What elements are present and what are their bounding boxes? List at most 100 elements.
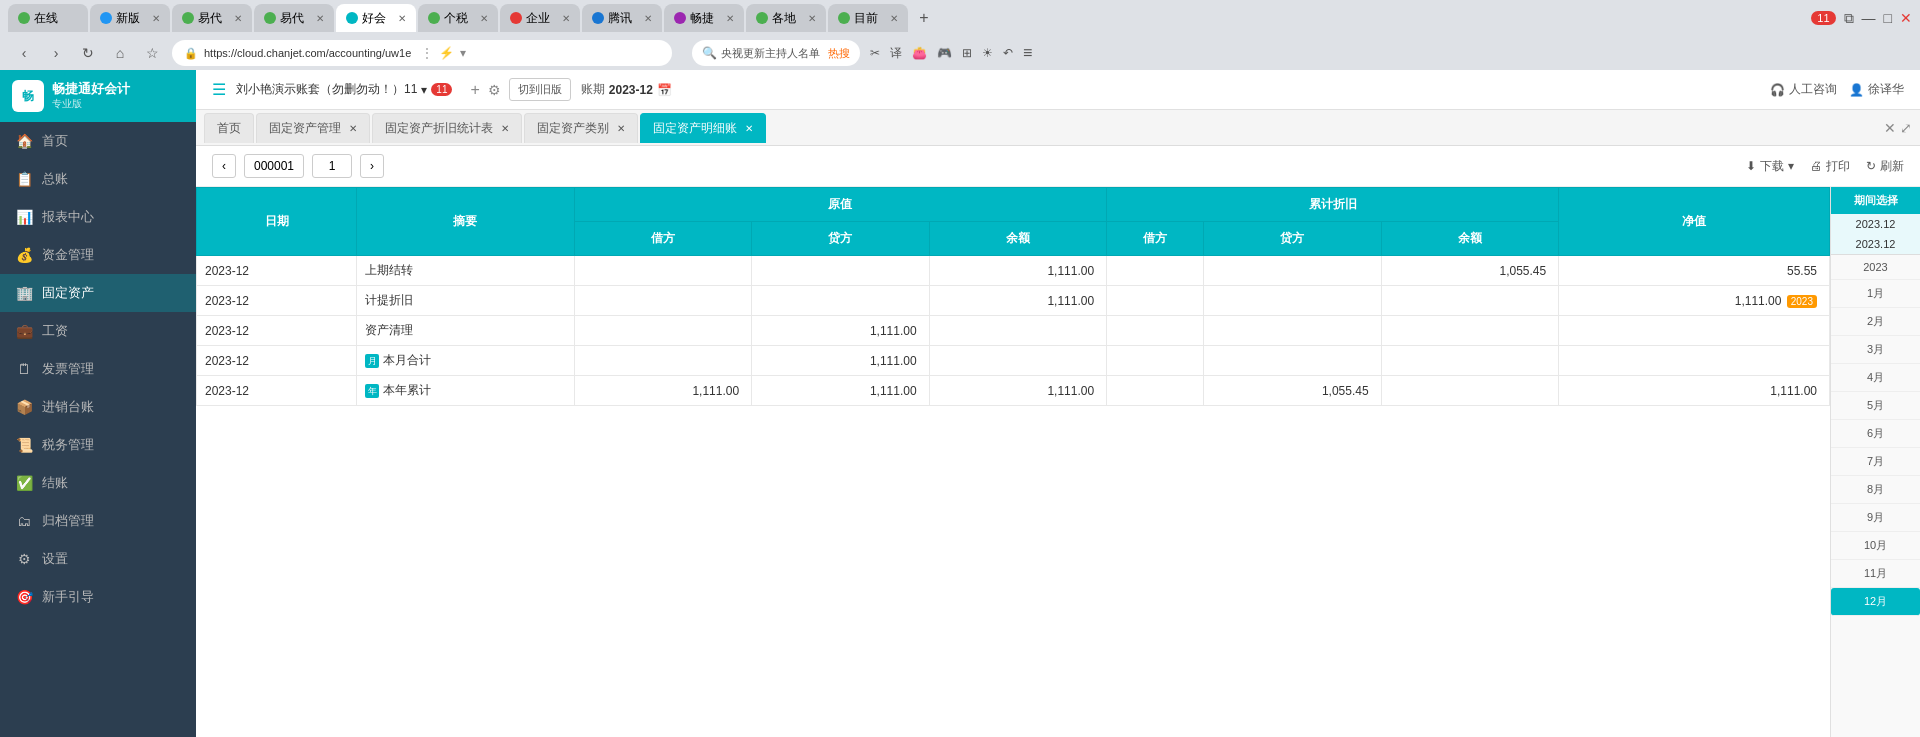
- refresh-button[interactable]: ↻ 刷新: [1866, 158, 1904, 175]
- sidebar-item-设置[interactable]: ⚙设置: [0, 540, 196, 578]
- forward-button[interactable]: ›: [44, 41, 68, 65]
- sidebar-item-首页[interactable]: 🏠首页: [0, 122, 196, 160]
- page-tab-close-4[interactable]: ✕: [745, 123, 753, 134]
- window-close-icon[interactable]: ✕: [1900, 10, 1912, 26]
- dropdown-icon[interactable]: ▾: [460, 46, 466, 60]
- record-input[interactable]: [244, 154, 304, 178]
- new-tab-button[interactable]: +: [910, 4, 938, 32]
- cell-acc-balance-1: [1381, 286, 1559, 316]
- dropdown-arrow-icon[interactable]: ▾: [421, 83, 427, 97]
- settings-icon[interactable]: ⚙: [488, 82, 501, 98]
- sidebar-item-归档管理[interactable]: 🗂归档管理: [0, 502, 196, 540]
- browser-tab-9[interactable]: 各地✕: [746, 4, 826, 32]
- download-button[interactable]: ⬇ 下载 ▾: [1746, 158, 1794, 175]
- back-button[interactable]: ‹: [12, 41, 36, 65]
- address-bar[interactable]: 🔒 https://cloud.chanjet.com/accounting/u…: [172, 40, 672, 66]
- sidebar-item-发票管理[interactable]: 🗒发票管理: [0, 350, 196, 388]
- undo-icon[interactable]: ↶: [1003, 46, 1013, 60]
- period-item-8[interactable]: 8月: [1831, 476, 1920, 504]
- period-item-6[interactable]: 6月: [1831, 420, 1920, 448]
- browser-tab-6[interactable]: 企业✕: [500, 4, 580, 32]
- calendar-icon[interactable]: 📅: [657, 83, 672, 97]
- sidebar-item-总账[interactable]: 📋总账: [0, 160, 196, 198]
- cell-orig-balance-0: 1,111.00: [929, 256, 1107, 286]
- reload-button[interactable]: ↻: [76, 41, 100, 65]
- customer-service[interactable]: 🎧 人工咨询: [1770, 81, 1837, 98]
- tab-close-2[interactable]: ✕: [234, 13, 242, 24]
- browser-tab-0[interactable]: 在线: [8, 4, 88, 32]
- window-maximize-icon[interactable]: □: [1884, 10, 1892, 26]
- browser-tab-8[interactable]: 畅捷✕: [664, 4, 744, 32]
- period-item-4[interactable]: 4月: [1831, 364, 1920, 392]
- expand-icon[interactable]: ⤢: [1900, 120, 1912, 136]
- page-tab-label-4: 固定资产明细账: [653, 120, 737, 137]
- period-item-1[interactable]: 1月: [1831, 280, 1920, 308]
- sidebar-item-新手引导[interactable]: 🎯新手引导: [0, 578, 196, 616]
- page-tab-close-3[interactable]: ✕: [617, 123, 625, 134]
- switch-version-button[interactable]: 切到旧版: [509, 78, 571, 101]
- browser-tab-3[interactable]: 易代✕: [254, 4, 334, 32]
- sidebar-item-资金管理[interactable]: 💰资金管理: [0, 236, 196, 274]
- page-tab-1[interactable]: 固定资产管理✕: [256, 113, 370, 143]
- add-button[interactable]: +: [470, 81, 479, 99]
- sidebar-item-进销台账[interactable]: 📦进销台账: [0, 388, 196, 426]
- period-item-10[interactable]: 10月: [1831, 532, 1920, 560]
- browser-tab-10[interactable]: 目前✕: [828, 4, 908, 32]
- pagination-bar: ‹ › ⬇ 下载 ▾ 🖨 打印 ↻ 刷新: [196, 146, 1920, 187]
- tab-close-10[interactable]: ✕: [890, 13, 898, 24]
- window-restore-icon[interactable]: ⧉: [1844, 10, 1854, 27]
- browser-tab-4[interactable]: 好会✕: [336, 4, 416, 32]
- browser-tab-7[interactable]: 腾讯✕: [582, 4, 662, 32]
- period-item-0[interactable]: 2023: [1831, 255, 1920, 280]
- page-tab-0[interactable]: 首页: [204, 113, 254, 143]
- user-avatar[interactable]: 👤 徐译华: [1849, 81, 1904, 98]
- tab-close-1[interactable]: ✕: [152, 13, 160, 24]
- period-item-9[interactable]: 9月: [1831, 504, 1920, 532]
- tab-close-8[interactable]: ✕: [726, 13, 734, 24]
- tab-close-6[interactable]: ✕: [562, 13, 570, 24]
- scissors-icon[interactable]: ✂: [870, 46, 880, 60]
- print-button[interactable]: 🖨 打印: [1810, 158, 1850, 175]
- bookmark-button[interactable]: ☆: [140, 41, 164, 65]
- sidebar-item-固定资产[interactable]: 🏢固定资产: [0, 274, 196, 312]
- next-button[interactable]: ›: [360, 154, 384, 178]
- page-tab-close-1[interactable]: ✕: [349, 123, 357, 134]
- search-box[interactable]: 🔍 央视更新主持人名单 热搜: [692, 40, 860, 66]
- wallet-icon[interactable]: 👛: [912, 46, 927, 60]
- sidebar-item-工资[interactable]: 💼工资: [0, 312, 196, 350]
- prev-button[interactable]: ‹: [212, 154, 236, 178]
- game-icon[interactable]: 🎮: [937, 46, 952, 60]
- tab-close-4[interactable]: ✕: [398, 13, 406, 24]
- sidebar-item-结账[interactable]: ✅结账: [0, 464, 196, 502]
- page-tab-4[interactable]: 固定资产明细账 ✕: [640, 113, 766, 143]
- brightness-icon[interactable]: ☀: [982, 46, 993, 60]
- browser-tab-2[interactable]: 易代✕: [172, 4, 252, 32]
- grid-icon[interactable]: ⊞: [962, 46, 972, 60]
- home-button[interactable]: ⌂: [108, 41, 132, 65]
- menu-icon-9: ✅: [16, 475, 32, 491]
- period-item-11[interactable]: 11月: [1831, 560, 1920, 588]
- page-input[interactable]: [312, 154, 352, 178]
- browser-tab-1[interactable]: 新版✕: [90, 4, 170, 32]
- tab-close-7[interactable]: ✕: [644, 13, 652, 24]
- tab-close-9[interactable]: ✕: [808, 13, 816, 24]
- period-item-12[interactable]: 12月: [1831, 588, 1920, 616]
- menu-icon[interactable]: ≡: [1023, 44, 1032, 62]
- translate-icon[interactable]: 译: [890, 45, 902, 62]
- page-tab-3[interactable]: 固定资产类别✕: [524, 113, 638, 143]
- print-icon: 🖨: [1810, 159, 1822, 173]
- window-minimize-icon[interactable]: —: [1862, 10, 1876, 26]
- tab-close-5[interactable]: ✕: [480, 13, 488, 24]
- close-all-icon[interactable]: ✕: [1884, 120, 1896, 136]
- sidebar-item-报表中心[interactable]: 📊报表中心: [0, 198, 196, 236]
- page-tab-close-2[interactable]: ✕: [501, 123, 509, 134]
- sidebar-item-税务管理[interactable]: 📜税务管理: [0, 426, 196, 464]
- period-item-7[interactable]: 7月: [1831, 448, 1920, 476]
- page-tab-2[interactable]: 固定资产折旧统计表✕: [372, 113, 522, 143]
- table-row: 2023-12 计提折旧 1,111.00 1,111.00 2023: [197, 286, 1830, 316]
- period-item-3[interactable]: 3月: [1831, 336, 1920, 364]
- period-item-5[interactable]: 5月: [1831, 392, 1920, 420]
- browser-tab-5[interactable]: 个税✕: [418, 4, 498, 32]
- tab-close-3[interactable]: ✕: [316, 13, 324, 24]
- period-item-2[interactable]: 2月: [1831, 308, 1920, 336]
